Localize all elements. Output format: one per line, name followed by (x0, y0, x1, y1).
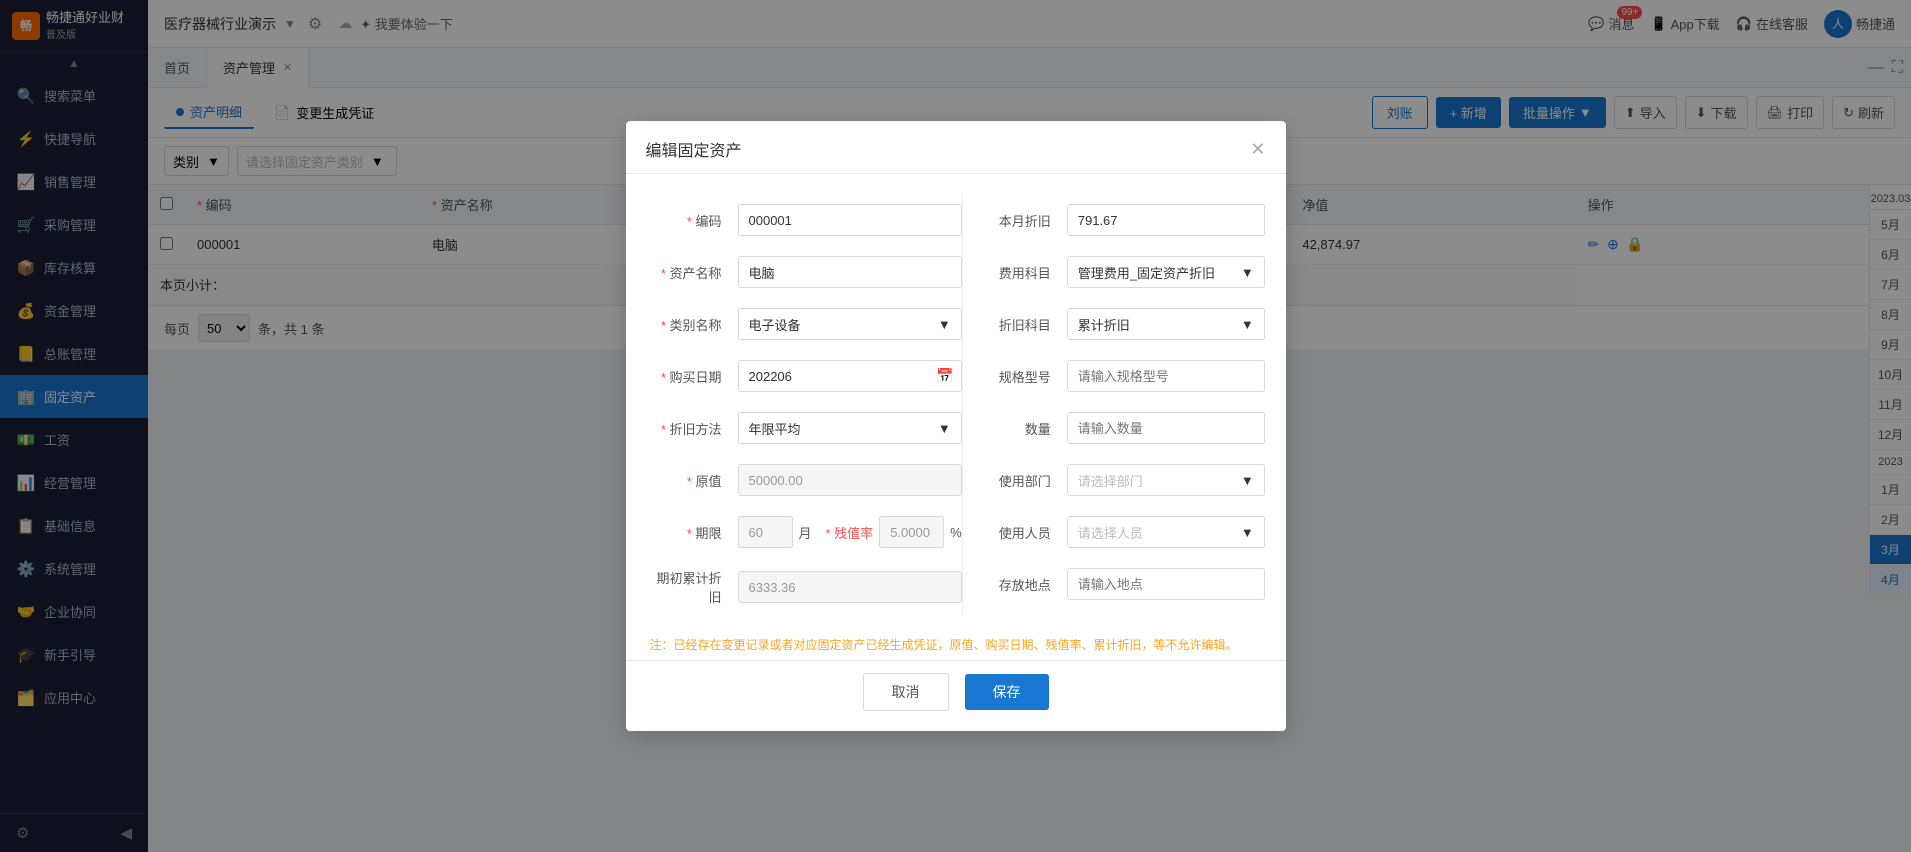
category-dropdown-icon: ▼ (938, 317, 951, 332)
input-asset-name[interactable] (738, 256, 962, 288)
input-original-value[interactable] (738, 464, 962, 496)
label-original-value: 原值 (650, 471, 730, 490)
label-dep-account: 折旧科目 (979, 315, 1059, 334)
dep-method-dropdown-icon: ▼ (938, 421, 951, 436)
modal-title: 编辑固定资产 (646, 137, 742, 161)
form-row-monthly-dep: 本月折旧 (979, 194, 1265, 246)
label-spec: 规格型号 (979, 367, 1059, 386)
user-dropdown-icon: ▼ (1241, 525, 1254, 540)
label-category: 类别名称 (650, 315, 730, 334)
modal-overlay[interactable]: 编辑固定资产 ✕ 编码 资产名称 (0, 0, 1911, 852)
form-row-dep-account: 折旧科目 累计折旧 ▼ (979, 298, 1265, 350)
select-dep-method[interactable]: 年限平均 ▼ (738, 412, 962, 444)
cancel-button[interactable]: 取消 (863, 673, 949, 711)
edit-asset-modal: 编辑固定资产 ✕ 编码 资产名称 (626, 121, 1286, 731)
form-row-dep-method: 折旧方法 年限平均 ▼ (650, 402, 962, 454)
form-row-user: 使用人员 请选择人员 ▼ (979, 506, 1265, 558)
form-row-quantity: 数量 (979, 402, 1265, 454)
modal-form-grid: 编码 资产名称 类别名称 电子设备 ▼ (650, 194, 1262, 616)
modal-header: 编辑固定资产 ✕ (626, 121, 1286, 174)
modal-close-icon[interactable]: ✕ (1250, 139, 1265, 160)
select-department[interactable]: 请选择部门 ▼ (1067, 464, 1265, 496)
input-location[interactable] (1067, 568, 1265, 600)
label-expense-account: 费用科目 (979, 263, 1059, 282)
form-row-purchase-date: 购买日期 📅 (650, 350, 962, 402)
input-monthly-dep[interactable] (1067, 204, 1265, 236)
department-dropdown-icon: ▼ (1241, 473, 1254, 488)
form-row-code: 编码 (650, 194, 962, 246)
label-period: 期限 (650, 523, 730, 542)
calendar-icon: 📅 (936, 368, 953, 385)
select-user[interactable]: 请选择人员 ▼ (1067, 516, 1265, 548)
input-quantity[interactable] (1067, 412, 1265, 444)
modal-right-col: 本月折旧 费用科目 管理费用_固定资产折旧 ▼ 折旧科目 (963, 194, 1265, 616)
form-row-expense-account: 费用科目 管理费用_固定资产折旧 ▼ (979, 246, 1265, 298)
form-row-department: 使用部门 请选择部门 ▼ (979, 454, 1265, 506)
input-code[interactable] (738, 204, 962, 236)
save-button[interactable]: 保存 (965, 674, 1049, 710)
label-quantity: 数量 (979, 419, 1059, 438)
input-residual-rate[interactable] (879, 516, 944, 548)
label-location: 存放地点 (979, 575, 1059, 594)
form-row-original-value: 原值 (650, 454, 962, 506)
residual-label: * 残值率 (826, 523, 874, 542)
expense-dropdown-icon: ▼ (1241, 265, 1254, 280)
form-row-location: 存放地点 (979, 558, 1265, 610)
input-spec[interactable] (1067, 360, 1265, 392)
label-user: 使用人员 (979, 523, 1059, 542)
modal-note: 注：已经存在变更记录或者对应固定资产已经生成凭证，原值、购买日期、残值率、累计折… (626, 626, 1286, 660)
month-unit: 月 (799, 523, 812, 542)
form-row-initial-dep: 期初累计折旧 (650, 558, 962, 616)
form-row-spec: 规格型号 (979, 350, 1265, 402)
form-row-category: 类别名称 电子设备 ▼ (650, 298, 962, 350)
input-period[interactable] (738, 516, 793, 548)
dep-account-dropdown-icon: ▼ (1241, 317, 1254, 332)
form-row-asset-name: 资产名称 (650, 246, 962, 298)
label-initial-dep: 期初累计折旧 (650, 568, 730, 606)
percent-unit: % (950, 525, 962, 540)
label-purchase-date: 购买日期 (650, 367, 730, 386)
select-dep-account[interactable]: 累计折旧 ▼ (1067, 308, 1265, 340)
label-code: 编码 (650, 211, 730, 230)
label-asset-name: 资产名称 (650, 263, 730, 282)
select-category[interactable]: 电子设备 ▼ (738, 308, 962, 340)
form-row-period: 期限 月 * 残值率 % (650, 506, 962, 558)
period-group: 月 * 残值率 % (738, 516, 962, 548)
purchase-date-wrapper: 📅 (738, 360, 962, 392)
select-expense-account[interactable]: 管理费用_固定资产折旧 ▼ (1067, 256, 1265, 288)
input-initial-dep[interactable] (738, 571, 962, 603)
modal-left-col: 编码 资产名称 类别名称 电子设备 ▼ (650, 194, 963, 616)
label-dep-method: 折旧方法 (650, 419, 730, 438)
modal-body: 编码 资产名称 类别名称 电子设备 ▼ (626, 174, 1286, 626)
modal-footer: 取消 保存 (626, 660, 1286, 731)
label-department: 使用部门 (979, 471, 1059, 490)
input-purchase-date[interactable] (738, 360, 962, 392)
label-monthly-dep: 本月折旧 (979, 211, 1059, 230)
